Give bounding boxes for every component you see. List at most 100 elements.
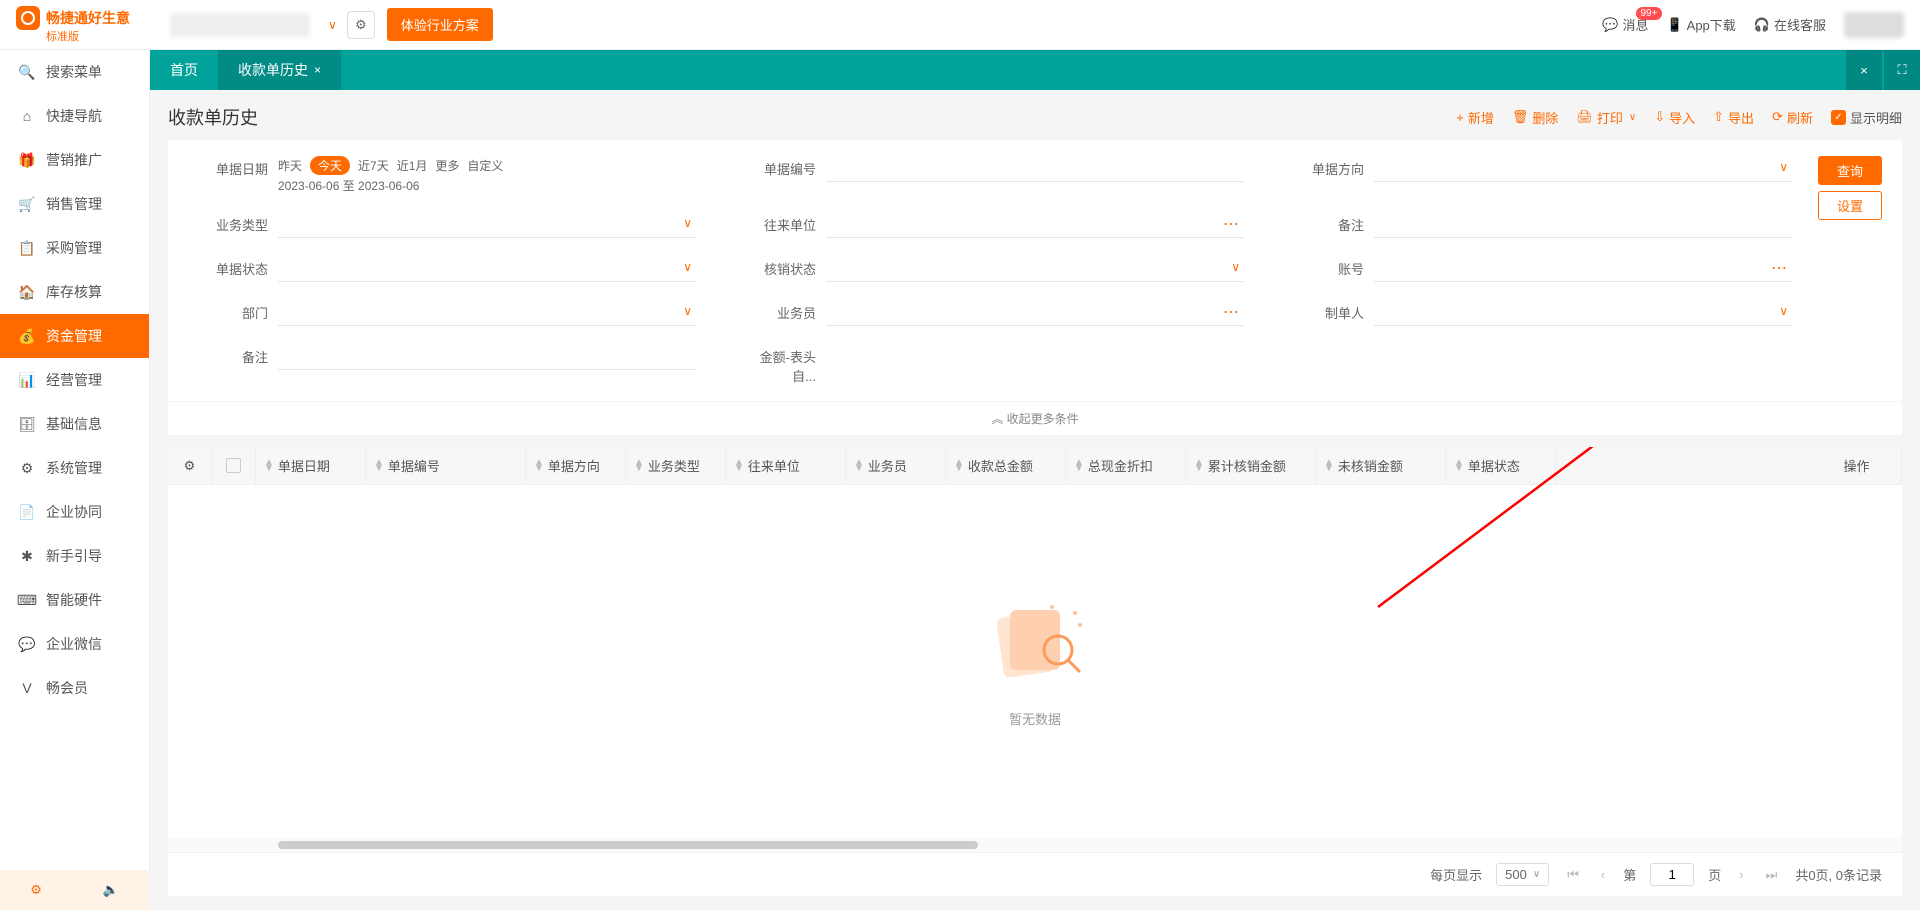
new-icon: ✱ xyxy=(18,547,36,565)
filter-docstatus-select[interactable]: ∨ xyxy=(278,256,696,282)
table-settings-button[interactable]: ⚙ xyxy=(168,447,212,484)
export-button[interactable]: ⇧导出 xyxy=(1713,108,1754,127)
filter-remark2-input[interactable] xyxy=(278,344,696,370)
per-page-select[interactable]: 500 ∨ xyxy=(1496,863,1549,886)
close-icon[interactable]: × xyxy=(314,63,321,77)
print-icon: 🖨 xyxy=(1576,109,1593,125)
filter-operator-picker[interactable]: ⋯ xyxy=(826,300,1244,326)
sidebar-item-2[interactable]: 🎁营销推广 xyxy=(0,138,149,182)
sidebar-item-10[interactable]: 📄企业协同 xyxy=(0,490,149,534)
sidebar-item-0[interactable]: 🔍搜索菜单 xyxy=(0,50,149,94)
column-header-2[interactable]: ▲▼单据方向 xyxy=(526,447,626,484)
column-header-3[interactable]: ▲▼业务类型 xyxy=(626,447,726,484)
filter-remark-input[interactable] xyxy=(1374,212,1792,238)
date-chip-3[interactable]: 近1月 xyxy=(397,157,428,174)
filter-creator-label: 制单人 xyxy=(1284,300,1364,322)
speaker-icon[interactable]: 🔈 xyxy=(103,882,119,898)
add-button[interactable]: +新增 xyxy=(1456,108,1494,127)
chat-icon: 💬 xyxy=(1602,17,1618,33)
next-page-button[interactable]: › xyxy=(1735,867,1747,882)
filter-partner-picker[interactable]: ⋯ xyxy=(826,212,1244,238)
per-page-label: 每页显示 xyxy=(1430,865,1482,884)
column-header-8[interactable]: ▲▼累计核销金额 xyxy=(1186,447,1316,484)
prev-page-button[interactable]: ‹ xyxy=(1597,867,1609,882)
sidebar-item-label: 企业微信 xyxy=(46,634,102,654)
column-header-7[interactable]: ▲▼总现金折扣 xyxy=(1066,447,1186,484)
column-header-5[interactable]: ▲▼业务员 xyxy=(846,447,946,484)
filter-panel: 单据日期 昨天今天近7天近1月更多自定义 2023-06-06 至 2023-0… xyxy=(168,140,1902,435)
company-selector[interactable]: ∨ xyxy=(170,13,347,37)
gear-icon[interactable]: ⚙ xyxy=(30,882,42,898)
column-header-6[interactable]: ▲▼收款总金额 xyxy=(946,447,1066,484)
sidebar-item-9[interactable]: ⚙系统管理 xyxy=(0,446,149,490)
trial-button[interactable]: 体验行业方案 xyxy=(387,8,493,41)
date-chip-2[interactable]: 近7天 xyxy=(358,157,389,174)
query-button[interactable]: 查询 xyxy=(1818,156,1882,185)
sidebar-item-label: 企业协同 xyxy=(46,502,102,522)
filter-date-control[interactable]: 昨天今天近7天近1月更多自定义 2023-06-06 至 2023-06-06 xyxy=(278,156,696,194)
filter-docno-input[interactable] xyxy=(826,156,1244,182)
column-header-0[interactable]: ▲▼单据日期 xyxy=(256,447,366,484)
column-header-11[interactable]: 操作 xyxy=(1812,447,1902,484)
tab-home[interactable]: 首页 xyxy=(150,50,218,90)
print-button[interactable]: 🖨打印∨ xyxy=(1576,108,1636,127)
filter-account-picker[interactable]: ⋯ xyxy=(1374,256,1792,282)
sidebar-item-8[interactable]: 🗄基础信息 xyxy=(0,402,149,446)
filter-biztype-select[interactable]: ∨ xyxy=(278,212,696,238)
date-chip-0[interactable]: 昨天 xyxy=(278,157,302,174)
phone-icon: 📱 xyxy=(1666,17,1682,33)
import-button[interactable]: ⇩导入 xyxy=(1654,108,1695,127)
sidebar-item-11[interactable]: ✱新手引导 xyxy=(0,534,149,578)
brand-name: 畅捷通好生意 xyxy=(46,8,130,28)
tab-current[interactable]: 收款单历史 × xyxy=(218,50,341,90)
user-avatar[interactable] xyxy=(1844,12,1904,38)
sidebar-item-5[interactable]: 🏠库存核算 xyxy=(0,270,149,314)
page-summary: 共0页, 0条记录 xyxy=(1795,865,1882,884)
tab-fullscreen[interactable]: ⛶ xyxy=(1884,50,1920,90)
delete-button[interactable]: 🗑删除 xyxy=(1512,108,1559,127)
messages-link[interactable]: 💬 消息 99+ xyxy=(1602,15,1648,34)
date-chip-5[interactable]: 自定义 xyxy=(467,157,503,174)
sidebar-item-6[interactable]: 💰资金管理 xyxy=(0,314,149,358)
service-link[interactable]: 🎧 在线客服 xyxy=(1754,15,1826,34)
date-chip-4[interactable]: 更多 xyxy=(435,157,459,174)
page-suffix: 页 xyxy=(1708,865,1721,884)
show-detail-toggle[interactable]: ✓显示明细 xyxy=(1831,108,1902,127)
collapse-filters[interactable]: ︽ 收起更多条件 xyxy=(168,401,1902,435)
page-input[interactable] xyxy=(1650,863,1694,886)
last-page-button[interactable]: ⏭ xyxy=(1762,867,1782,883)
tab-close-all[interactable]: × xyxy=(1846,50,1882,90)
app-download-link[interactable]: 📱 App下载 xyxy=(1666,15,1735,34)
filter-amount-input[interactable] xyxy=(826,344,1244,370)
sort-icon: ▲▼ xyxy=(264,460,274,472)
filter-direction-select[interactable]: ∨ xyxy=(1374,156,1792,182)
sidebar-item-7[interactable]: 📊经营管理 xyxy=(0,358,149,402)
sort-icon: ▲▼ xyxy=(734,460,744,472)
page-prefix: 第 xyxy=(1623,865,1636,884)
column-header-9[interactable]: ▲▼未核销金额 xyxy=(1316,447,1446,484)
date-chip-1[interactable]: 今天 xyxy=(310,156,350,175)
money-icon: 💰 xyxy=(18,327,36,345)
filter-setting-button[interactable]: 设置 xyxy=(1818,191,1882,220)
sidebar-item-13[interactable]: 💬 企业微信 xyxy=(0,622,149,666)
sidebar-item-label: 系统管理 xyxy=(46,458,102,478)
filter-verify-select: ∨ xyxy=(826,256,1244,282)
wechat-icon: 💬 xyxy=(18,635,36,653)
filter-dept-select[interactable]: ∨ xyxy=(278,300,696,326)
column-header-1[interactable]: ▲▼单据编号 xyxy=(366,447,526,484)
first-page-button[interactable]: ⏮ xyxy=(1563,867,1583,883)
column-header-10[interactable]: ▲▼单据状态 xyxy=(1446,447,1556,484)
sidebar-item-12[interactable]: ⌨智能硬件 xyxy=(0,578,149,622)
refresh-button[interactable]: ⟳刷新 xyxy=(1772,108,1813,127)
sidebar-item-1[interactable]: ⌂快捷导航 xyxy=(0,94,149,138)
filter-docno-label: 单据编号 xyxy=(736,156,816,178)
chevron-down-icon: ∨ xyxy=(1533,869,1540,880)
sidebar-item-3[interactable]: 🛒销售管理 xyxy=(0,182,149,226)
sidebar-item-14[interactable]: V畅会员 xyxy=(0,666,149,710)
horizontal-scrollbar[interactable] xyxy=(168,838,1902,852)
select-all-checkbox[interactable] xyxy=(212,447,256,484)
sidebar-item-4[interactable]: 📋采购管理 xyxy=(0,226,149,270)
column-header-4[interactable]: ▲▼往来单位 xyxy=(726,447,846,484)
header-settings-button[interactable]: ⚙ xyxy=(347,11,375,39)
filter-creator-select[interactable]: ∨ xyxy=(1374,300,1792,326)
